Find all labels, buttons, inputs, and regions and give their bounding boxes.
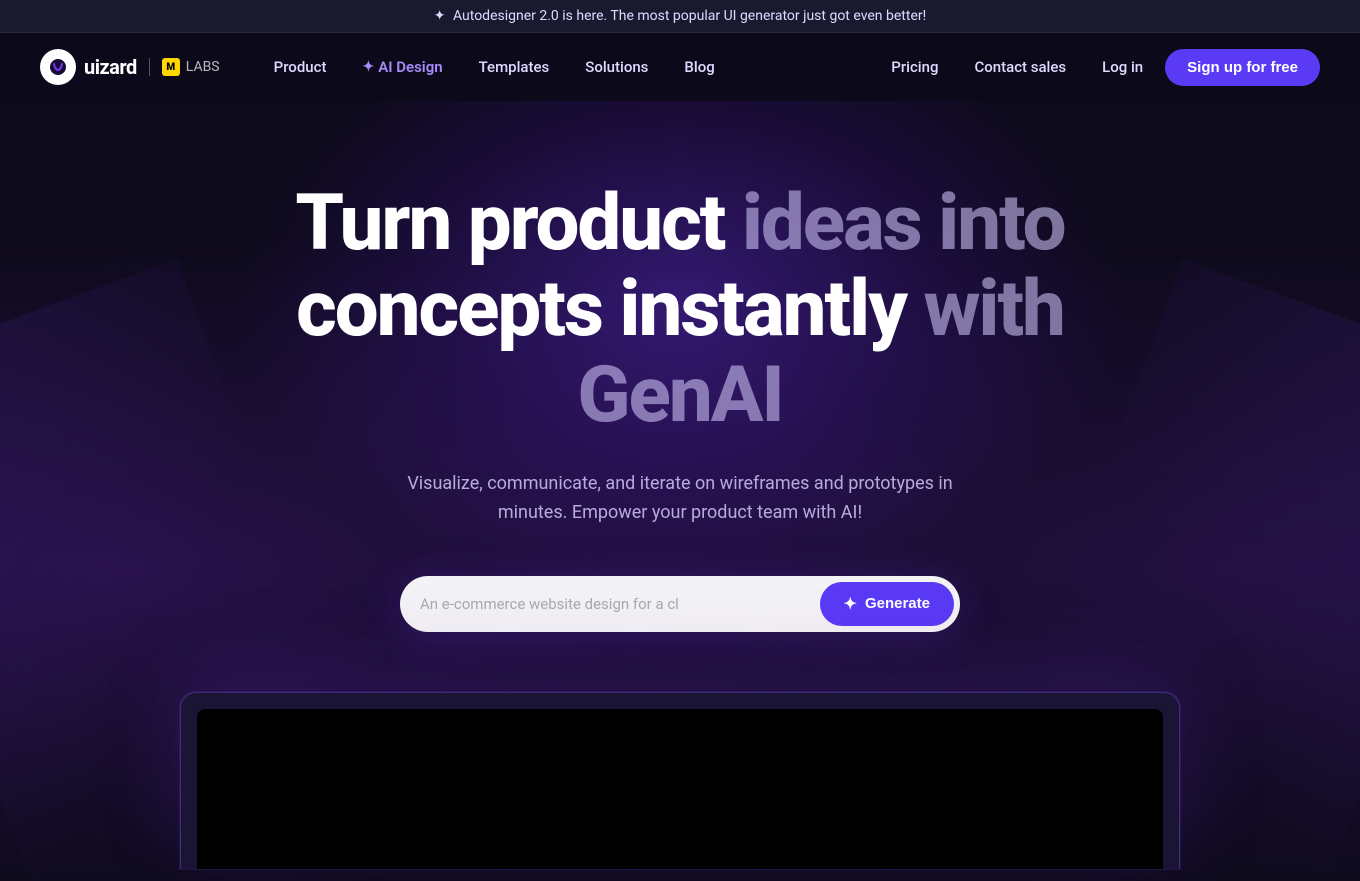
miro-label: LABS: [186, 59, 220, 75]
logo-name: uizard: [84, 55, 137, 79]
announcement-bar: ✦ Autodesigner 2.0 is here. The most pop…: [0, 0, 1360, 33]
nav-menu: Product ✦ AI Design Templates Solutions …: [260, 50, 729, 84]
login-link[interactable]: Log in: [1088, 50, 1157, 84]
nav-item-product[interactable]: Product: [260, 50, 341, 84]
device-mockup: [180, 692, 1180, 869]
sparkle-icon: ✦: [434, 8, 446, 24]
generate-button-label: Generate: [865, 595, 930, 612]
nav-right: Pricing Contact sales Log in Sign up for…: [877, 49, 1320, 86]
nav-item-solutions[interactable]: Solutions: [571, 50, 662, 84]
nav-left: uizard M LABS Product ✦ AI Design Templa…: [40, 49, 729, 85]
generate-container: ✦ Generate: [400, 576, 960, 632]
ai-sparkle-icon: ✦: [362, 59, 374, 75]
announcement-text: Autodesigner 2.0 is here. The most popul…: [453, 8, 926, 24]
device-screen: [197, 709, 1163, 869]
pricing-link[interactable]: Pricing: [877, 50, 952, 84]
logo-area: uizard M LABS: [40, 49, 220, 85]
hero-title-part3: concepts instantly: [296, 264, 906, 355]
nav-item-templates[interactable]: Templates: [465, 50, 564, 84]
hero-title-part1: Turn product: [295, 178, 724, 269]
logo-icon: [40, 49, 76, 85]
contact-sales-link[interactable]: Contact sales: [960, 50, 1080, 84]
hero-title-part2: ideas into: [742, 178, 1065, 269]
miro-badge: M LABS: [149, 58, 220, 76]
nav-item-ai-design[interactable]: ✦ AI Design: [348, 50, 456, 84]
miro-icon: M: [162, 58, 180, 76]
uizard-logo[interactable]: uizard: [40, 49, 137, 85]
hero-title: Turn product ideas into concepts instant…: [250, 181, 1110, 438]
generate-button[interactable]: ✦ Generate: [820, 582, 954, 626]
hero-subtitle: Visualize, communicate, and iterate on w…: [380, 470, 980, 528]
generate-input[interactable]: [420, 595, 820, 613]
navigation: uizard M LABS Product ✦ AI Design Templa…: [0, 33, 1360, 101]
nav-item-blog[interactable]: Blog: [670, 50, 728, 84]
hero-section: Turn product ideas into concepts instant…: [0, 101, 1360, 881]
hero-content: Turn product ideas into concepts instant…: [230, 181, 1130, 692]
generate-sparkle-icon: ✦: [844, 594, 857, 614]
sign-up-button[interactable]: Sign up for free: [1165, 49, 1320, 86]
